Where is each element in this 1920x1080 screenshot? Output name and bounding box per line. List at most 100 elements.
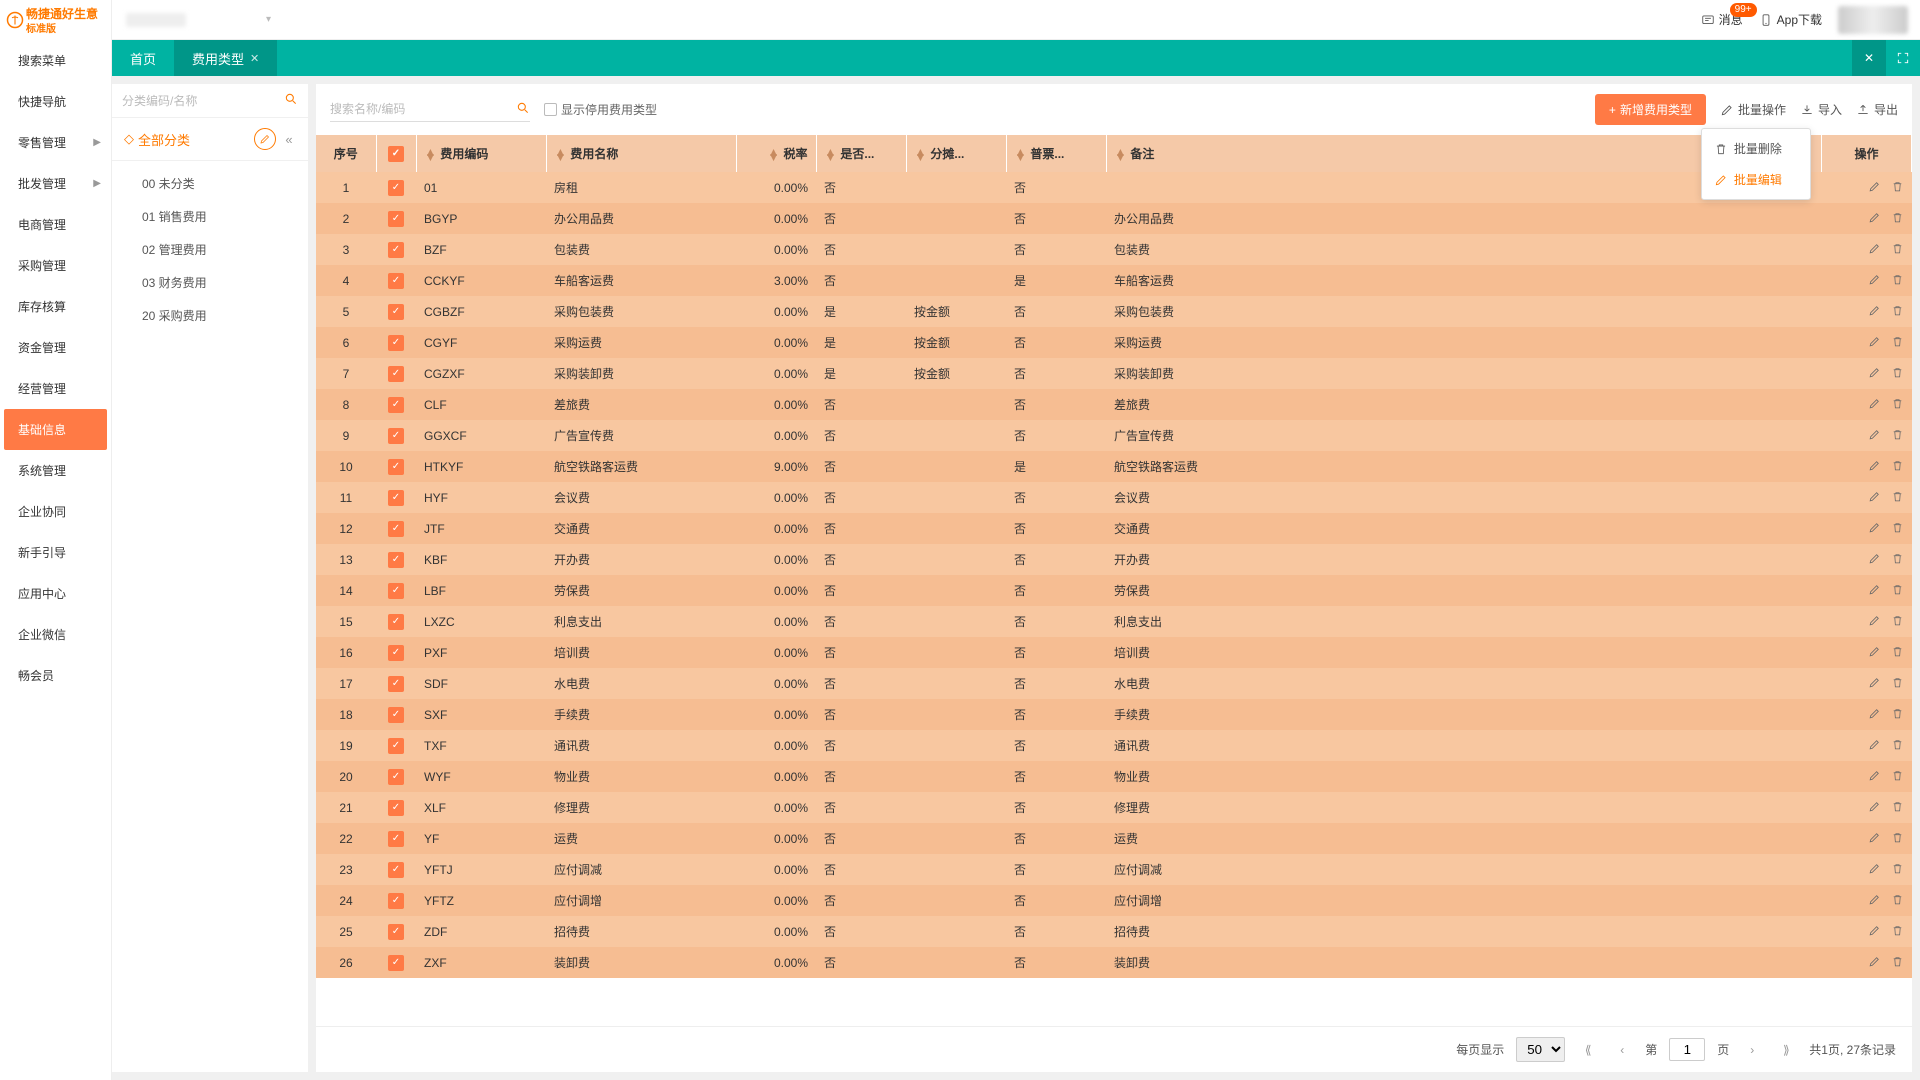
- row-checkbox[interactable]: ✓: [388, 273, 404, 289]
- sidebar-item[interactable]: 新手引导: [0, 532, 111, 573]
- table-row[interactable]: 20✓WYF物业费0.00%否否物业费: [316, 761, 1912, 792]
- table-row[interactable]: 13✓KBF开办费0.00%否否开办费: [316, 544, 1912, 575]
- first-page-button[interactable]: ⟪: [1577, 1039, 1599, 1061]
- table-row[interactable]: 12✓JTF交通费0.00%否否交通费: [316, 513, 1912, 544]
- user-menu[interactable]: [1838, 6, 1908, 34]
- category-item[interactable]: 01 销售费用: [112, 200, 308, 233]
- row-edit-button[interactable]: [1868, 459, 1881, 475]
- row-checkbox[interactable]: ✓: [388, 955, 404, 971]
- page-input[interactable]: [1669, 1038, 1705, 1061]
- sidebar-item[interactable]: 经营管理: [0, 368, 111, 409]
- batch-delete-item[interactable]: 批量删除: [1702, 133, 1810, 164]
- row-checkbox[interactable]: ✓: [388, 583, 404, 599]
- table-row[interactable]: 6✓CGYF采购运费0.00%是按金额否采购运费: [316, 327, 1912, 358]
- row-edit-button[interactable]: [1868, 335, 1881, 351]
- row-delete-button[interactable]: [1891, 428, 1904, 444]
- table-row[interactable]: 3✓BZF包装费0.00%否否包装费: [316, 234, 1912, 265]
- row-checkbox[interactable]: ✓: [388, 645, 404, 661]
- row-delete-button[interactable]: [1891, 366, 1904, 382]
- row-edit-button[interactable]: [1868, 831, 1881, 847]
- search-icon[interactable]: [284, 92, 298, 109]
- row-edit-button[interactable]: [1868, 614, 1881, 630]
- row-checkbox[interactable]: ✓: [388, 738, 404, 754]
- row-delete-button[interactable]: [1891, 645, 1904, 661]
- show-disabled-checkbox[interactable]: 显示停用费用类型: [544, 101, 657, 118]
- col-invoice[interactable]: ▲▼普票...: [1006, 135, 1106, 172]
- col-bool1[interactable]: ▲▼是否...: [816, 135, 906, 172]
- row-edit-button[interactable]: [1868, 800, 1881, 816]
- edit-categories-button[interactable]: [254, 128, 276, 150]
- sidebar-item[interactable]: 零售管理▶: [0, 122, 111, 163]
- fullscreen-button[interactable]: [1886, 40, 1920, 76]
- category-item[interactable]: 03 财务费用: [112, 266, 308, 299]
- category-item[interactable]: 20 采购费用: [112, 299, 308, 332]
- col-tax[interactable]: ▲▼税率: [736, 135, 816, 172]
- export-button[interactable]: 导出: [1856, 101, 1898, 118]
- table-row[interactable]: 5✓CGBZF采购包装费0.00%是按金额否采购包装费: [316, 296, 1912, 327]
- sidebar-item[interactable]: 电商管理: [0, 204, 111, 245]
- page-size-select[interactable]: 50: [1516, 1037, 1565, 1062]
- row-checkbox[interactable]: ✓: [388, 459, 404, 475]
- table-row[interactable]: 11✓HYF会议费0.00%否否会议费: [316, 482, 1912, 513]
- row-checkbox[interactable]: ✓: [388, 614, 404, 630]
- tab-fee-type[interactable]: 费用类型 ✕: [174, 40, 277, 76]
- col-index[interactable]: 序号: [316, 135, 376, 172]
- messages-button[interactable]: 消息 99+: [1701, 11, 1743, 28]
- row-checkbox[interactable]: ✓: [388, 180, 404, 196]
- row-edit-button[interactable]: [1868, 862, 1881, 878]
- row-checkbox[interactable]: ✓: [388, 769, 404, 785]
- sidebar-item[interactable]: 资金管理: [0, 327, 111, 368]
- table-row[interactable]: 8✓CLF差旅费0.00%否否差旅费: [316, 389, 1912, 420]
- search-icon[interactable]: [516, 101, 530, 118]
- col-code[interactable]: ▲▼费用编码: [416, 135, 546, 172]
- collapse-panel-button[interactable]: «: [282, 132, 296, 147]
- table-row[interactable]: 17✓SDF水电费0.00%否否水电费: [316, 668, 1912, 699]
- row-checkbox[interactable]: ✓: [388, 800, 404, 816]
- next-page-button[interactable]: ›: [1741, 1039, 1763, 1061]
- row-delete-button[interactable]: [1891, 707, 1904, 723]
- row-checkbox[interactable]: ✓: [388, 335, 404, 351]
- col-name[interactable]: ▲▼费用名称: [546, 135, 736, 172]
- table-row[interactable]: 7✓CGZXF采购装卸费0.00%是按金额否采购装卸费: [316, 358, 1912, 389]
- row-checkbox[interactable]: ✓: [388, 831, 404, 847]
- row-edit-button[interactable]: [1868, 924, 1881, 940]
- row-checkbox[interactable]: ✓: [388, 521, 404, 537]
- row-delete-button[interactable]: [1891, 490, 1904, 506]
- row-delete-button[interactable]: [1891, 738, 1904, 754]
- row-edit-button[interactable]: [1868, 893, 1881, 909]
- row-edit-button[interactable]: [1868, 397, 1881, 413]
- row-checkbox[interactable]: ✓: [388, 707, 404, 723]
- table-row[interactable]: 2✓BGYP办公用品费0.00%否否办公用品费: [316, 203, 1912, 234]
- table-row[interactable]: 24✓YFTZ应付调增0.00%否否应付调增: [316, 885, 1912, 916]
- row-delete-button[interactable]: [1891, 769, 1904, 785]
- row-edit-button[interactable]: [1868, 707, 1881, 723]
- row-edit-button[interactable]: [1868, 676, 1881, 692]
- close-all-tabs-button[interactable]: ✕: [1852, 40, 1886, 76]
- row-edit-button[interactable]: [1868, 769, 1881, 785]
- row-delete-button[interactable]: [1891, 955, 1904, 971]
- row-delete-button[interactable]: [1891, 614, 1904, 630]
- batch-edit-item[interactable]: 批量编辑: [1702, 164, 1810, 195]
- sidebar-item[interactable]: 企业微信: [0, 614, 111, 655]
- category-all[interactable]: ◇全部分类 «: [112, 118, 308, 161]
- row-delete-button[interactable]: [1891, 335, 1904, 351]
- check-all[interactable]: ✓: [388, 146, 404, 162]
- table-row[interactable]: 15✓LXZC利息支出0.00%否否利息支出: [316, 606, 1912, 637]
- table-row[interactable]: 21✓XLF修理费0.00%否否修理费: [316, 792, 1912, 823]
- close-icon[interactable]: ✕: [250, 52, 259, 65]
- table-row[interactable]: 22✓YF运费0.00%否否运费: [316, 823, 1912, 854]
- sidebar-item[interactable]: 库存核算: [0, 286, 111, 327]
- row-edit-button[interactable]: [1868, 552, 1881, 568]
- table-row[interactable]: 16✓PXF培训费0.00%否否培训费: [316, 637, 1912, 668]
- row-edit-button[interactable]: [1868, 738, 1881, 754]
- table-row[interactable]: 9✓GGXCF广告宣传费0.00%否否广告宣传费: [316, 420, 1912, 451]
- row-delete-button[interactable]: [1891, 242, 1904, 258]
- row-checkbox[interactable]: ✓: [388, 428, 404, 444]
- row-delete-button[interactable]: [1891, 862, 1904, 878]
- sidebar-item[interactable]: 采购管理: [0, 245, 111, 286]
- table-scroll[interactable]: 序号 ✓ ▲▼费用编码 ▲▼费用名称 ▲▼税率 ▲▼是否... ▲▼分摊... …: [316, 135, 1912, 1026]
- row-checkbox[interactable]: ✓: [388, 304, 404, 320]
- row-delete-button[interactable]: [1891, 893, 1904, 909]
- row-edit-button[interactable]: [1868, 645, 1881, 661]
- row-edit-button[interactable]: [1868, 304, 1881, 320]
